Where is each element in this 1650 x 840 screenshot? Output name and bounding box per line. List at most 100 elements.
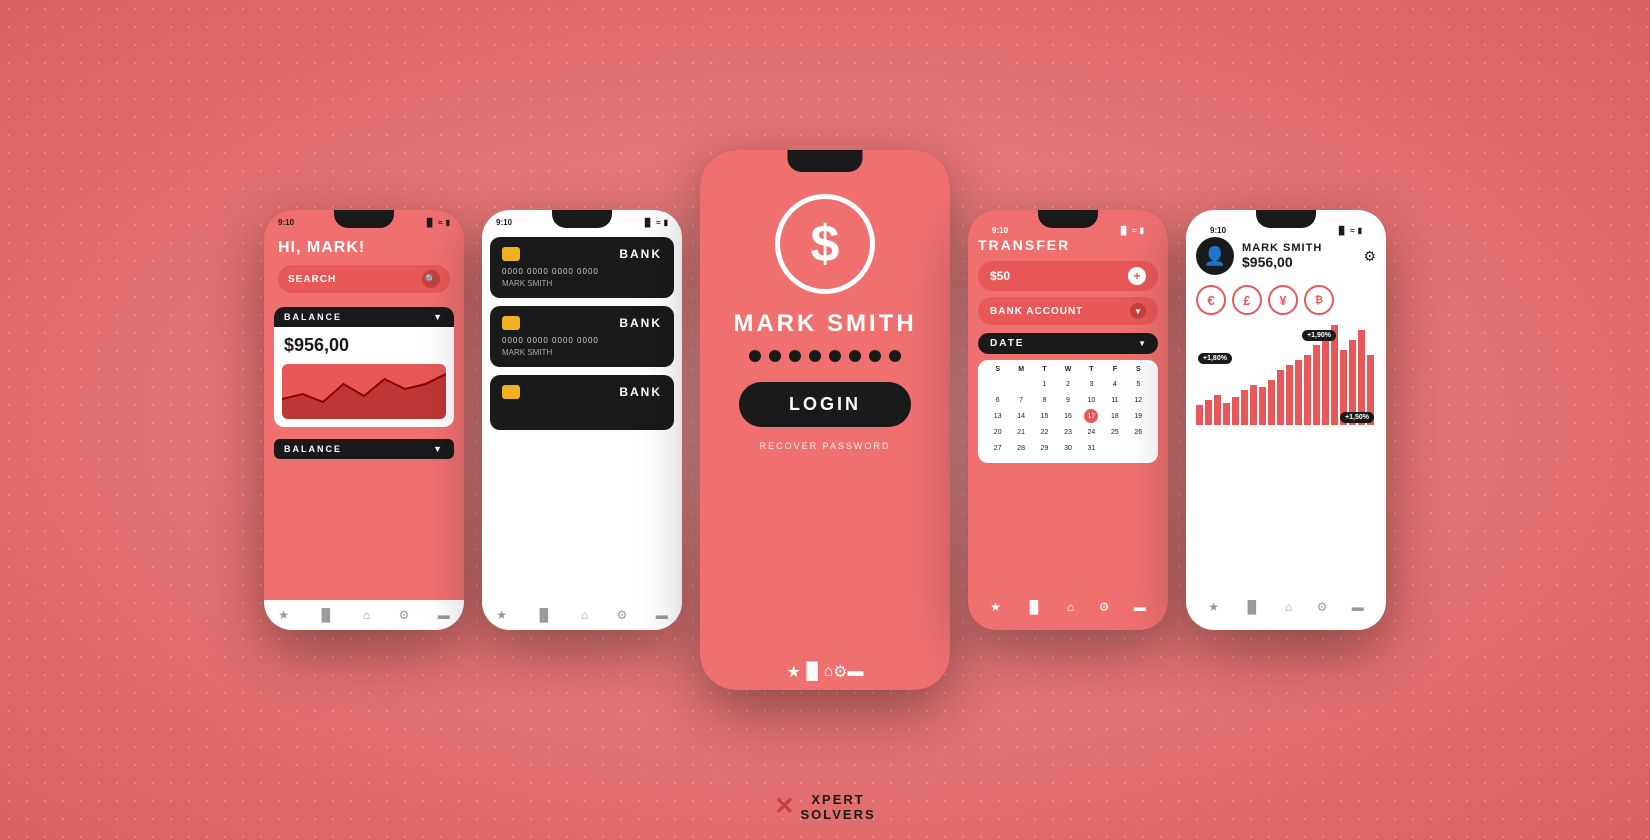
cal-day-20[interactable]: 20	[991, 425, 1005, 439]
date-header-row: DATE ▼	[978, 333, 1158, 354]
p3-nav-message[interactable]: ▬	[848, 663, 864, 681]
p5-nav-chart[interactable]: ▐▌	[1243, 600, 1260, 614]
p4-nav-settings[interactable]: ⚙	[1099, 600, 1110, 614]
p2-nav-home[interactable]: ⌂	[581, 608, 588, 622]
date-label: DATE	[990, 338, 1024, 349]
cal-day-13[interactable]: 13	[991, 409, 1005, 423]
p3-nav-star[interactable]: ★	[786, 662, 800, 682]
phone1-screen: 9:10 ▐▌ ≈ ▮ HI, MARK! SEARCH 🔍 BALANCE ▼	[264, 210, 464, 630]
p2-nav-star[interactable]: ★	[496, 608, 507, 622]
bar-chart: +1,90% +1,80% +1,50%	[1196, 325, 1376, 425]
p5-nav-star[interactable]: ★	[1208, 600, 1219, 614]
cal-day-22[interactable]: 22	[1038, 425, 1052, 439]
cal-day-24[interactable]: 24	[1084, 425, 1098, 439]
p4-nav-star[interactable]: ★	[990, 600, 1001, 614]
cal-day-3[interactable]: 3	[1084, 377, 1098, 391]
cal-day-15[interactable]: 15	[1038, 409, 1052, 423]
card-chip-1	[502, 247, 520, 261]
bank-account-row[interactable]: BANK ACCOUNT ▼	[978, 297, 1158, 325]
bitcoin-btn[interactable]: ₿	[1304, 285, 1334, 315]
p5-nav-settings[interactable]: ⚙	[1317, 600, 1328, 614]
cal-day-28[interactable]: 28	[1014, 441, 1028, 455]
phone3-notch	[788, 150, 863, 172]
calendar-header: S M T W T F S	[986, 366, 1150, 373]
phone2-bottom-nav: ★ ▐▌ ⌂ ⚙ ▬	[482, 600, 682, 630]
p3-nav-settings[interactable]: ⚙	[833, 662, 847, 682]
p2-nav-message[interactable]: ▬	[656, 608, 668, 622]
cal-day-5[interactable]: 5	[1131, 377, 1145, 391]
cal-day-empty1	[991, 377, 1005, 391]
cal-day-9[interactable]: 9	[1061, 393, 1075, 407]
profile-balance: $956,00	[1242, 254, 1355, 270]
p5-signal-icon: ▐▌	[1336, 226, 1347, 235]
cal-day-21[interactable]: 21	[1014, 425, 1028, 439]
search-icon[interactable]: 🔍	[422, 270, 440, 288]
p5-nav-home[interactable]: ⌂	[1285, 600, 1292, 614]
cal-day-2[interactable]: 2	[1061, 377, 1075, 391]
bank-card-1[interactable]: 0000 0000 0000 0000 MARK SMITH BANK	[490, 237, 674, 298]
badge-180: +1,80%	[1198, 353, 1232, 364]
cal-day-10[interactable]: 10	[1084, 393, 1098, 407]
cal-day-8[interactable]: 8	[1038, 393, 1052, 407]
phone1-status-icons: ▐▌ ≈ ▮	[424, 218, 450, 227]
cal-tue: T	[1033, 366, 1056, 373]
cal-day-6[interactable]: 6	[991, 393, 1005, 407]
date-dropdown[interactable]: ▼	[1138, 339, 1146, 348]
balance-dropdown-2[interactable]: ▼	[433, 444, 444, 454]
cal-day-14[interactable]: 14	[1014, 409, 1028, 423]
p3-nav-chart[interactable]: ▐▌	[801, 663, 824, 681]
recover-password-link[interactable]: RECOVER PASSWORD	[760, 441, 891, 451]
cal-day-11[interactable]: 11	[1108, 393, 1122, 407]
phone4-screen: 9:10 ▐▌ ≈ ▮ TRANSFER $50 + BANK ACCOUNT …	[968, 210, 1168, 630]
bank-card-3[interactable]: BANK	[490, 375, 674, 430]
nav-home-icon[interactable]: ⌂	[363, 608, 370, 622]
pound-btn[interactable]: £	[1232, 285, 1262, 315]
bank-account-dropdown[interactable]: ▼	[1130, 303, 1146, 319]
nav-settings-icon[interactable]: ⚙	[399, 608, 410, 622]
cal-day-16[interactable]: 16	[1061, 409, 1075, 423]
p2-nav-chart[interactable]: ▐▌	[535, 608, 552, 622]
login-button[interactable]: LOGIN	[739, 382, 911, 427]
cal-day-26[interactable]: 26	[1131, 425, 1145, 439]
balance-card-1: BALANCE ▼ $956,00	[274, 307, 454, 427]
euro-btn[interactable]: €	[1196, 285, 1226, 315]
profile-name: MARK SMITH	[1242, 242, 1355, 254]
cal-day-31[interactable]: 31	[1084, 441, 1098, 455]
p5-nav-message[interactable]: ▬	[1352, 600, 1364, 614]
cal-day-7[interactable]: 7	[1014, 393, 1028, 407]
cal-row-3: 13 14 15 16 17 18 19	[986, 409, 1150, 423]
cal-day-29[interactable]: 29	[1038, 441, 1052, 455]
balance-header-2: BALANCE ▼	[274, 439, 454, 459]
cal-day-27[interactable]: 27	[991, 441, 1005, 455]
add-amount-button[interactable]: +	[1128, 267, 1146, 285]
p4-nav-message[interactable]: ▬	[1134, 600, 1146, 614]
p4-nav-home[interactable]: ⌂	[1067, 600, 1074, 614]
p3-nav-home[interactable]: ⌂	[824, 663, 834, 681]
nav-message-icon[interactable]: ▬	[438, 608, 450, 622]
cal-day-23[interactable]: 23	[1061, 425, 1075, 439]
balance-dropdown-1[interactable]: ▼	[433, 312, 444, 322]
phone4-status-icons: ▐▌ ≈ ▮	[1118, 226, 1144, 235]
cal-day-18[interactable]: 18	[1108, 409, 1122, 423]
yen-btn[interactable]: ¥	[1268, 285, 1298, 315]
cal-day-30[interactable]: 30	[1061, 441, 1075, 455]
nav-star-icon[interactable]: ★	[278, 608, 289, 622]
cal-day-12[interactable]: 12	[1131, 393, 1145, 407]
cal-row-5: 27 28 29 30 31	[986, 441, 1150, 455]
battery-icon: ▮	[446, 218, 450, 227]
p2-nav-settings[interactable]: ⚙	[617, 608, 628, 622]
cal-day-17[interactable]: 17	[1084, 409, 1098, 423]
search-bar[interactable]: SEARCH 🔍	[278, 265, 450, 293]
settings-gear-icon[interactable]: ⚙	[1363, 248, 1376, 265]
p4-nav-chart[interactable]: ▐▌	[1025, 600, 1042, 614]
bank-card-2[interactable]: 0000 0000 0000 0000 MARK SMITH BANK	[490, 306, 674, 367]
balance-header-1: BALANCE ▼	[274, 307, 454, 327]
cal-day-19[interactable]: 19	[1131, 409, 1145, 423]
cal-day-1[interactable]: 1	[1038, 377, 1052, 391]
phone5-notch	[1256, 210, 1316, 228]
nav-chart-icon[interactable]: ▐▌	[317, 608, 334, 622]
calendar-grid: S M T W T F S 1 2 3 4 5	[978, 360, 1158, 463]
cal-day-4[interactable]: 4	[1108, 377, 1122, 391]
logo-x-symbol: ✕	[774, 795, 794, 819]
cal-day-25[interactable]: 25	[1108, 425, 1122, 439]
